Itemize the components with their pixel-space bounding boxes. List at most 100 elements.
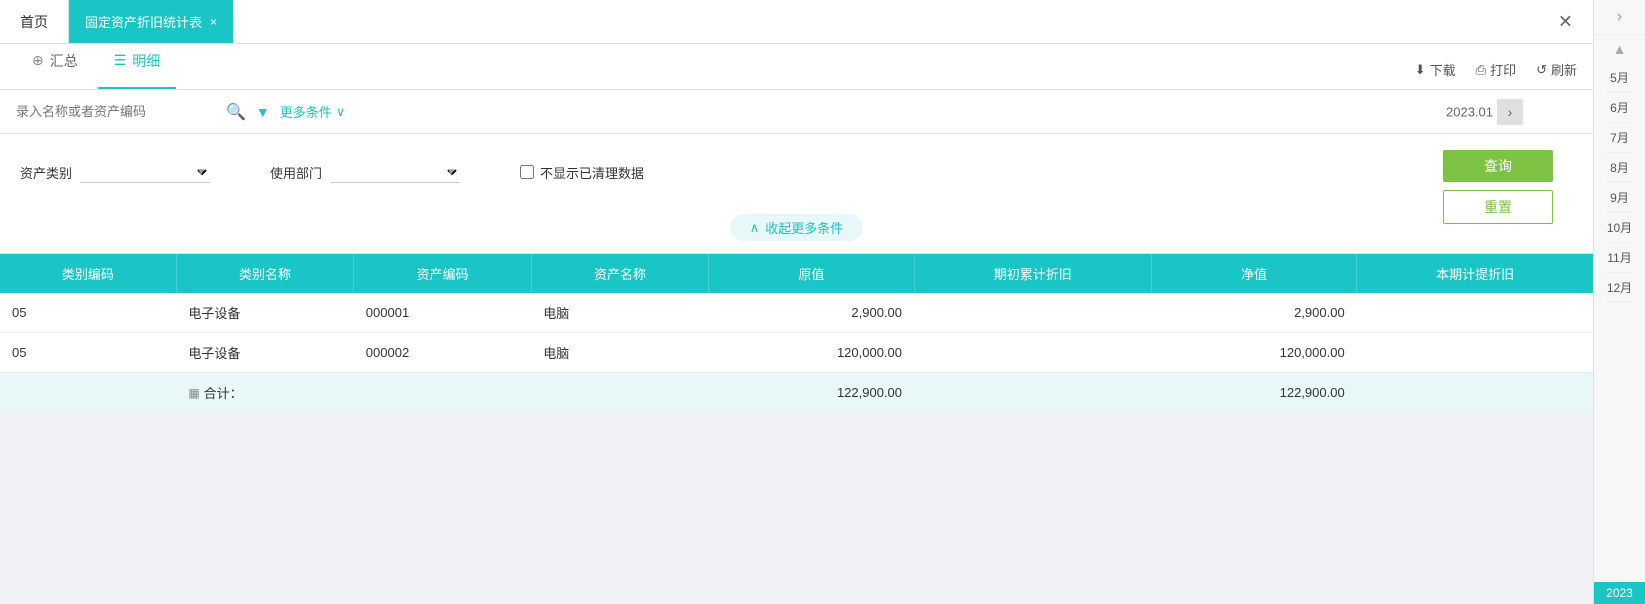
total-label: 合计： — [204, 383, 243, 402]
filter-icon: ▼ — [256, 104, 270, 120]
layers-icon: ⊕ — [32, 52, 44, 69]
table-row: 05 电子设备 000001 电脑 2,900.00 2,900.00 — [0, 293, 1593, 333]
active-tab[interactable]: 固定资产折旧统计表 × — [69, 0, 234, 43]
date-display: 2023.01 — [1446, 104, 1493, 119]
cell-current-dep — [1357, 293, 1593, 333]
reset-button[interactable]: 重置 — [1443, 190, 1553, 224]
month-item[interactable]: 5月 — [1607, 63, 1632, 93]
asset-category-select[interactable] — [80, 161, 210, 183]
cell-category-code: 05 — [0, 293, 176, 333]
tab-summary[interactable]: ⊕ 汇总 — [16, 44, 94, 89]
print-icon: ⎙ — [1476, 62, 1486, 78]
total-current-dep — [1357, 373, 1593, 413]
summary-tab-label: 汇总 — [50, 51, 78, 71]
table-header-row: 类别编码 类别名称 资产编码 资产名称 原值 期初累计折旧 净值 本期计提折旧 — [0, 254, 1593, 293]
detail-tab-label: 明细 — [132, 51, 160, 71]
tab-close-button[interactable]: × — [210, 15, 217, 29]
col-header-current-dep: 本期计提折旧 — [1357, 254, 1593, 293]
no-cleared-label: 不显示已清理数据 — [540, 163, 644, 182]
collapse-button[interactable]: ∧ 收起更多条件 — [730, 214, 864, 241]
cell-accumulated-dep — [914, 293, 1151, 333]
cell-current-dep — [1357, 333, 1593, 373]
data-table-wrapper: 类别编码 类别名称 资产编码 资产名称 原值 期初累计折旧 净值 本期计提折旧 … — [0, 254, 1593, 413]
month-item[interactable]: 6月 — [1607, 93, 1632, 123]
cell-net-value: 120,000.00 — [1151, 333, 1356, 373]
sub-tabs-bar: ⊕ 汇总 ☰ 明细 ⬇ 下载 ⎙ 打印 ↺ 刷新 — [0, 44, 1593, 90]
refresh-icon: ↺ — [1536, 62, 1547, 78]
cell-category-name: 电子设备 — [176, 333, 353, 373]
asset-category-select-wrapper: ▼ — [80, 161, 210, 183]
col-header-net-value: 净值 — [1151, 254, 1356, 293]
cell-asset-code: 000002 — [354, 333, 531, 373]
col-header-accumulated-dep: 期初累计折旧 — [914, 254, 1151, 293]
cell-accumulated-dep — [914, 333, 1151, 373]
total-net-value: 122,900.00 — [1151, 373, 1356, 413]
filter-section: 资产类别 ▼ 使用部门 ▼ 不显示已清理数 — [0, 134, 1593, 254]
home-tab[interactable]: 首页 — [0, 0, 69, 43]
col-header-category-code: 类别编码 — [0, 254, 176, 293]
cell-asset-name: 电脑 — [531, 293, 708, 333]
asset-category-filter: 资产类别 ▼ — [20, 161, 210, 183]
month-item[interactable]: 11月 — [1607, 243, 1632, 273]
month-item[interactable]: 12月 — [1607, 273, 1632, 303]
table-row: 05 电子设备 000002 电脑 120,000.00 120,000.00 — [0, 333, 1593, 373]
collapse-label: 收起更多条件 — [765, 218, 843, 237]
print-button[interactable]: ⎙ 打印 — [1476, 60, 1516, 79]
year-badge: 2023 — [1594, 582, 1645, 604]
month-item[interactable]: 7月 — [1607, 123, 1632, 153]
tab-detail[interactable]: ☰ 明细 — [98, 44, 177, 89]
search-row: 🔍 ▼ 更多条件 ∨ › 2023.01 — [0, 90, 1593, 134]
query-button[interactable]: 查询 — [1443, 150, 1553, 182]
data-table: 类别编码 类别名称 资产编码 资产名称 原值 期初累计折旧 净值 本期计提折旧 … — [0, 254, 1593, 413]
more-conditions-label: 更多条件 — [280, 102, 332, 121]
total-accumulated-dep — [914, 373, 1151, 413]
chevron-down-icon: ∨ — [336, 104, 346, 120]
download-button[interactable]: ⬇ 下载 — [1415, 60, 1456, 79]
cell-original-value: 2,900.00 — [709, 293, 914, 333]
month-list: 5月6月7月8月9月10月11月12月 — [1607, 63, 1632, 303]
scroll-up-button[interactable]: ▲ — [1594, 35, 1645, 63]
asset-category-label: 资产类别 — [20, 163, 72, 182]
no-cleared-checkbox[interactable] — [520, 165, 534, 179]
cell-asset-name: 电脑 — [531, 333, 708, 373]
refresh-button[interactable]: ↺ 刷新 — [1536, 60, 1577, 79]
right-month-panel: › ▲ 5月6月7月8月9月10月11月12月 2023 — [1593, 0, 1645, 604]
download-icon: ⬇ — [1415, 62, 1426, 78]
print-label: 打印 — [1490, 60, 1516, 79]
search-icon[interactable]: 🔍 — [226, 102, 246, 122]
col-header-asset-code: 资产编码 — [354, 254, 531, 293]
no-cleared-checkbox-group: 不显示已清理数据 — [520, 163, 644, 182]
more-conditions-button[interactable]: 更多条件 ∨ — [280, 102, 346, 121]
total-original-value: 122,900.00 — [709, 373, 914, 413]
cell-net-value: 2,900.00 — [1151, 293, 1356, 333]
department-select[interactable] — [330, 161, 460, 183]
total-icon: ▦ — [188, 386, 199, 400]
department-filter: 使用部门 ▼ — [270, 161, 460, 183]
cell-category-name: 电子设备 — [176, 293, 353, 333]
search-input[interactable] — [16, 104, 216, 119]
refresh-label: 刷新 — [1551, 60, 1577, 79]
panel-expand-button[interactable]: › — [1594, 0, 1645, 35]
department-select-wrapper: ▼ — [330, 161, 460, 183]
department-label: 使用部门 — [270, 163, 322, 182]
month-item[interactable]: 9月 — [1607, 183, 1632, 213]
filter-buttons: 查询 重置 — [1443, 150, 1553, 224]
cell-asset-code: 000001 — [354, 293, 531, 333]
collapse-icon: ∧ — [750, 220, 760, 236]
total-row: ▦ 合计： 122,900.00 122,900.00 — [0, 373, 1593, 413]
list-icon: ☰ — [114, 52, 127, 69]
window-close-button[interactable]: ✕ — [1558, 11, 1573, 32]
expand-search-button[interactable]: › — [1497, 99, 1523, 125]
download-label: 下载 — [1430, 60, 1456, 79]
month-item[interactable]: 10月 — [1607, 213, 1632, 243]
toolbar-actions: ⬇ 下载 ⎙ 打印 ↺ 刷新 — [1415, 60, 1577, 89]
col-header-original-value: 原值 — [709, 254, 914, 293]
collapse-section: ∧ 收起更多条件 — [20, 206, 1573, 253]
filter-row: 资产类别 ▼ 使用部门 ▼ 不显示已清理数 — [20, 150, 1573, 194]
cell-category-code: 05 — [0, 333, 176, 373]
sub-tabs-left: ⊕ 汇总 ☰ 明细 — [16, 44, 176, 89]
col-header-category-name: 类别名称 — [176, 254, 353, 293]
total-icon-cell — [0, 373, 176, 413]
month-item[interactable]: 8月 — [1607, 153, 1632, 183]
col-header-asset-name: 资产名称 — [531, 254, 708, 293]
